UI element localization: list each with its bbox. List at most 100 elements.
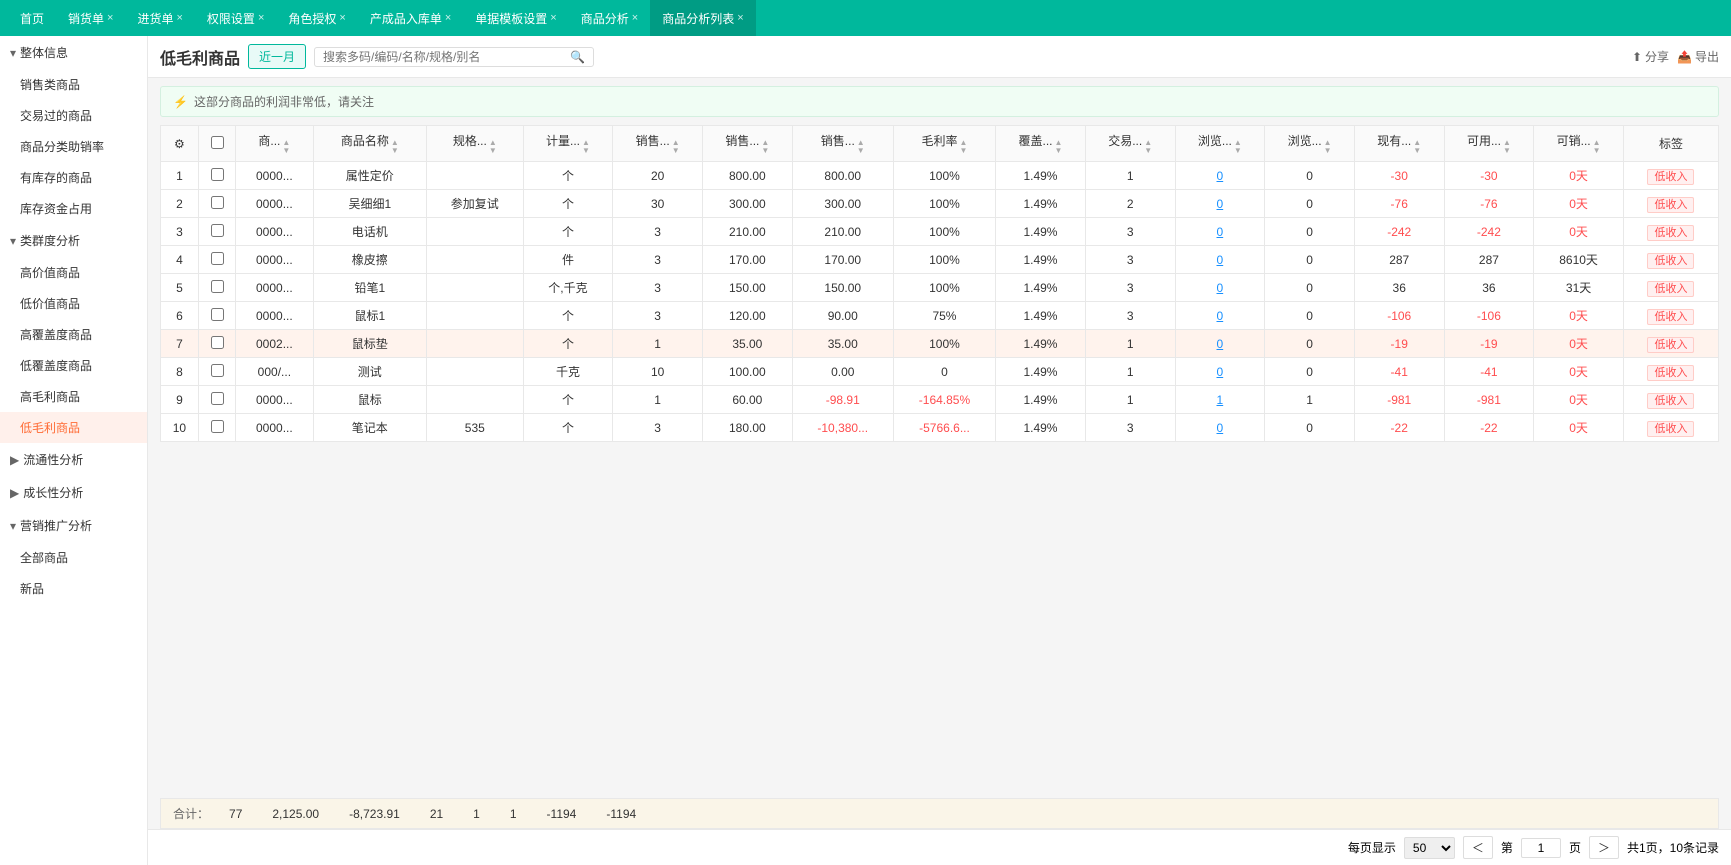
col-settings[interactable]: ⚙ — [161, 126, 199, 162]
sidebar-item-new-products[interactable]: 新品 — [0, 573, 147, 604]
row-view1[interactable]: 0 — [1175, 246, 1265, 274]
row-checkbox[interactable] — [198, 358, 235, 386]
row-code: 0000... — [236, 190, 313, 218]
nav-product-analysis-list[interactable]: 商品分析列表 × — [650, 0, 755, 36]
nav-permission[interactable]: 权限设置 × — [195, 0, 276, 36]
sidebar-item-high-value[interactable]: 高价值商品 — [0, 257, 147, 288]
row-saleable-days: 8610天 — [1534, 246, 1624, 274]
nav-product-entry[interactable]: 产成品入库单 × — [358, 0, 463, 36]
next-page-button[interactable]: ＞ — [1589, 836, 1619, 859]
share-button[interactable]: ⬆ 分享 — [1632, 48, 1669, 65]
row-checkbox[interactable] — [198, 386, 235, 414]
row-view1[interactable]: 0 — [1175, 302, 1265, 330]
sidebar-group-marketing[interactable]: ▾ 营销推广分析 — [0, 509, 147, 542]
search-icon[interactable]: 🔍 — [570, 50, 585, 64]
nav-sales[interactable]: 销货单 × — [56, 0, 125, 36]
total-info: 共1页，10条记录 — [1627, 839, 1719, 856]
row-view2: 0 — [1265, 246, 1355, 274]
col-sales-amount[interactable]: 销售...▲▼ — [702, 126, 792, 162]
row-spec — [427, 358, 524, 386]
sidebar-group-flow[interactable]: ▶ 流通性分析 — [0, 443, 147, 476]
tab-recent-month[interactable]: 近一月 — [248, 44, 306, 69]
nav-close-purchase[interactable]: × — [176, 12, 182, 24]
page-number-input[interactable] — [1521, 838, 1561, 858]
row-view1[interactable]: 0 — [1175, 274, 1265, 302]
sidebar-item-category-rate[interactable]: 商品分类助销率 — [0, 131, 147, 162]
nav-close-product-analysis[interactable]: × — [632, 12, 638, 24]
row-checkbox[interactable] — [198, 190, 235, 218]
col-coverage[interactable]: 覆盖...▲▼ — [996, 126, 1086, 162]
row-coverage: 1.49% — [996, 218, 1086, 246]
row-spec — [427, 386, 524, 414]
col-gross-margin[interactable]: 毛利率▲▼ — [893, 126, 995, 162]
row-unit: 个 — [523, 414, 613, 442]
row-checkbox[interactable] — [198, 302, 235, 330]
row-view1[interactable]: 0 — [1175, 218, 1265, 246]
nav-template[interactable]: 单据模板设置 × — [463, 0, 568, 36]
row-unit: 个 — [523, 218, 613, 246]
row-view1[interactable]: 0 — [1175, 414, 1265, 442]
nav-role[interactable]: 角色授权 × — [276, 0, 357, 36]
sidebar-item-stock-capital[interactable]: 库存资金占用 — [0, 193, 147, 224]
nav-close-permission[interactable]: × — [258, 12, 264, 24]
row-view1[interactable]: 0 — [1175, 190, 1265, 218]
search-input[interactable] — [323, 50, 566, 64]
nav-close-product-entry[interactable]: × — [445, 12, 451, 24]
row-checkbox[interactable] — [198, 274, 235, 302]
nav-close-template[interactable]: × — [550, 12, 556, 24]
sidebar-group-growth[interactable]: ▶ 成长性分析 — [0, 476, 147, 509]
col-spec[interactable]: 规格...▲▼ — [427, 126, 524, 162]
sidebar-group-overall[interactable]: ▾ 整体信息 — [0, 36, 147, 69]
col-checkbox[interactable] — [198, 126, 235, 162]
row-sales-amount: 800.00 — [702, 162, 792, 190]
nav-close-role[interactable]: × — [339, 12, 345, 24]
row-available-stock: -242 — [1444, 218, 1534, 246]
nav-product-analysis[interactable]: 商品分析 × — [569, 0, 650, 36]
sidebar-item-low-coverage[interactable]: 低覆盖度商品 — [0, 350, 147, 381]
nav-close-product-analysis-list[interactable]: × — [737, 12, 743, 24]
per-page-select[interactable]: 50 20 100 — [1404, 837, 1455, 859]
col-code[interactable]: 商...▲▼ — [236, 126, 313, 162]
row-checkbox[interactable] — [198, 246, 235, 274]
sidebar-item-traded-products[interactable]: 交易过的商品 — [0, 100, 147, 131]
nav-purchase[interactable]: 进货单 × — [125, 0, 194, 36]
row-checkbox[interactable] — [198, 218, 235, 246]
col-view1[interactable]: 浏览...▲▼ — [1175, 126, 1265, 162]
export-button[interactable]: 📤 导出 — [1677, 48, 1719, 65]
row-trade: 3 — [1085, 302, 1175, 330]
sidebar-group-cluster[interactable]: ▾ 类群度分析 — [0, 224, 147, 257]
col-tag[interactable]: 标签 — [1623, 126, 1718, 162]
sidebar-item-high-margin[interactable]: 高毛利商品 — [0, 381, 147, 412]
col-view2[interactable]: 浏览...▲▼ — [1265, 126, 1355, 162]
row-checkbox[interactable] — [198, 414, 235, 442]
sidebar-item-high-coverage[interactable]: 高覆盖度商品 — [0, 319, 147, 350]
sidebar-item-all-products[interactable]: 全部商品 — [0, 542, 147, 573]
sidebar-item-low-value[interactable]: 低价值商品 — [0, 288, 147, 319]
row-view1[interactable]: 0 — [1175, 162, 1265, 190]
row-tag: 低收入 — [1623, 302, 1718, 330]
row-view2: 0 — [1265, 274, 1355, 302]
row-view1[interactable]: 0 — [1175, 358, 1265, 386]
footer-view2: 1 — [510, 807, 517, 821]
row-checkbox[interactable] — [198, 330, 235, 358]
col-saleable-days[interactable]: 可销...▲▼ — [1534, 126, 1624, 162]
col-available-stock[interactable]: 可用...▲▼ — [1444, 126, 1534, 162]
nav-home[interactable]: 首页 — [8, 0, 56, 36]
row-trade: 1 — [1085, 386, 1175, 414]
sidebar-item-low-margin[interactable]: 低毛利商品 — [0, 412, 147, 443]
row-view1[interactable]: 0 — [1175, 330, 1265, 358]
col-current-stock[interactable]: 现有...▲▼ — [1354, 126, 1444, 162]
col-unit[interactable]: 计量...▲▼ — [523, 126, 613, 162]
col-sales-qty[interactable]: 销售...▲▼ — [613, 126, 703, 162]
row-available-stock: -106 — [1444, 302, 1534, 330]
col-trade[interactable]: 交易...▲▼ — [1085, 126, 1175, 162]
row-view1[interactable]: 1 — [1175, 386, 1265, 414]
sidebar-item-sales-products[interactable]: 销售类商品 — [0, 69, 147, 100]
select-all-checkbox[interactable] — [211, 136, 224, 149]
col-name[interactable]: 商品名称▲▼ — [313, 126, 426, 162]
prev-page-button[interactable]: ＜ — [1463, 836, 1493, 859]
nav-close-sales[interactable]: × — [107, 12, 113, 24]
row-checkbox[interactable] — [198, 162, 235, 190]
col-sales-profit[interactable]: 销售...▲▼ — [792, 126, 893, 162]
sidebar-item-in-stock[interactable]: 有库存的商品 — [0, 162, 147, 193]
